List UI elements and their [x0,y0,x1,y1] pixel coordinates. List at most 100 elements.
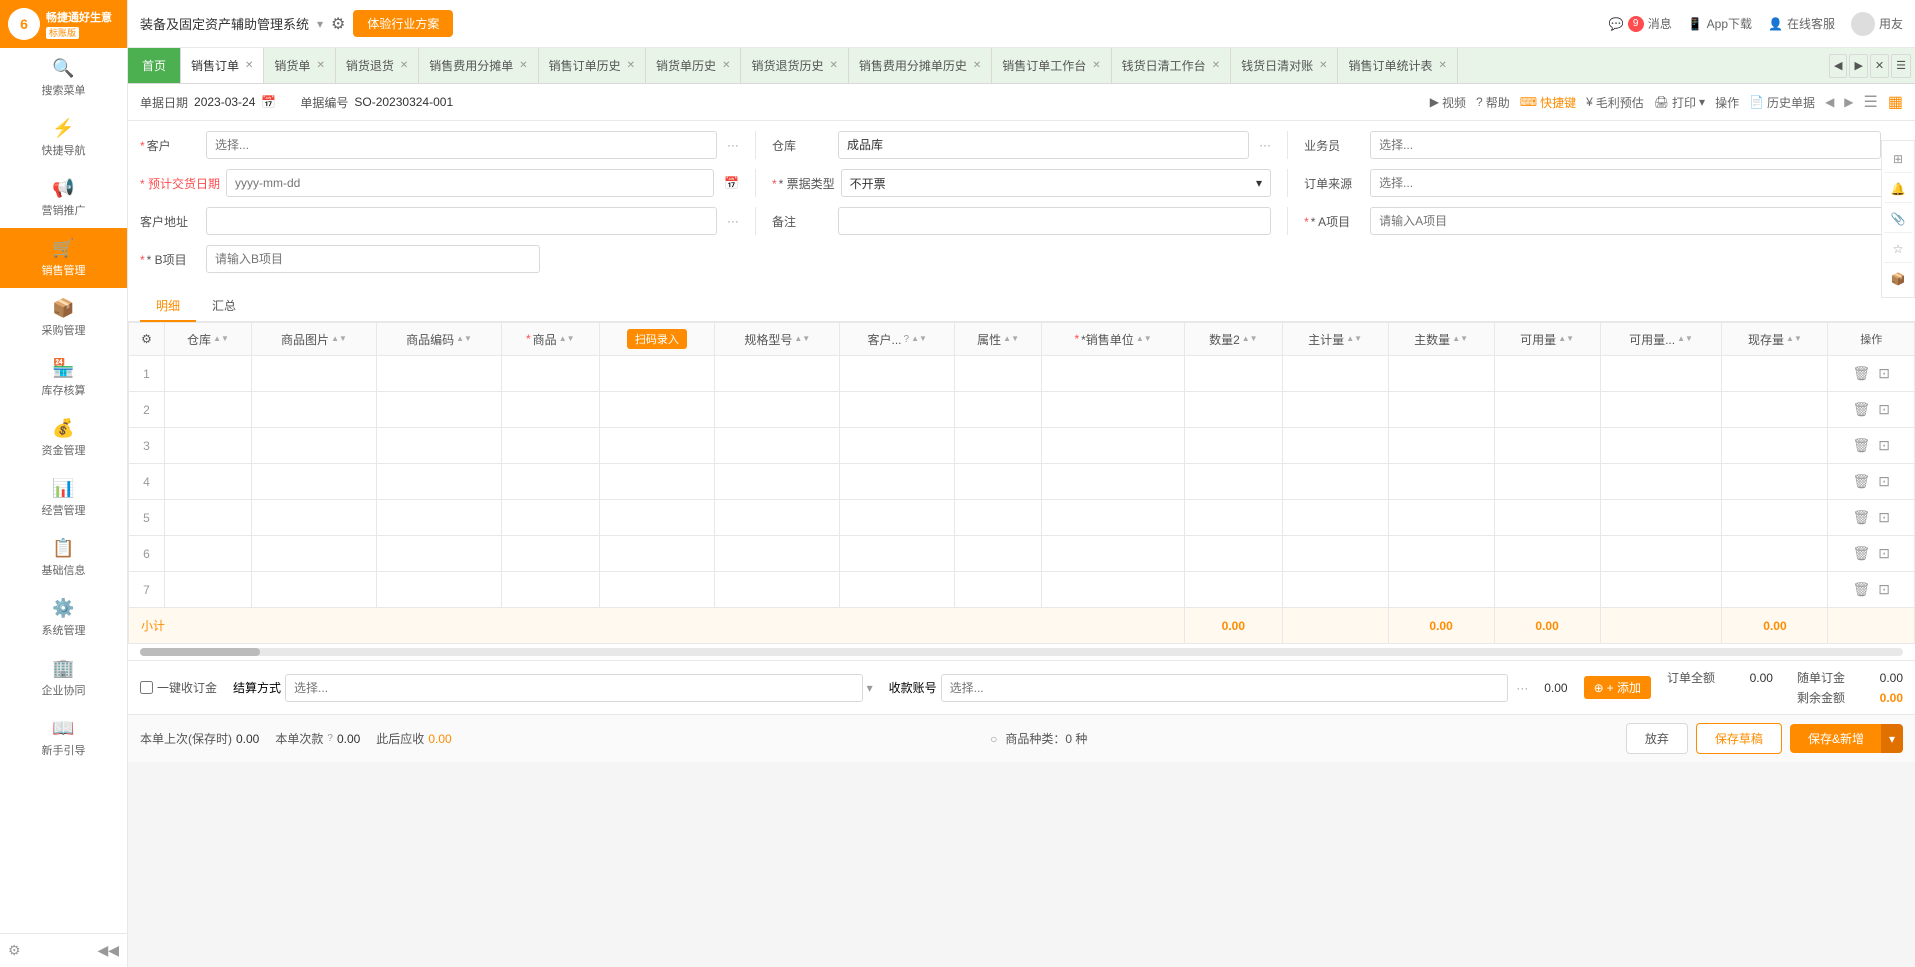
discard-btn[interactable]: 放弃 [1626,723,1688,754]
nav-prev-icon[interactable]: ◀ [1825,95,1834,109]
tab-daily-reconcile[interactable]: 钱货日清对账 ✕ [1231,48,1338,84]
tab-return-history[interactable]: 销货退货历史 ✕ [741,48,848,84]
row-7-delete-btn[interactable]: 🗑 [1850,579,1872,600]
right-panel-icon-3[interactable]: 📎 [1884,205,1912,233]
row-4-delete-btn[interactable]: 🗑 [1850,471,1872,492]
row-7-copy-btn[interactable]: ⊡ [1876,579,1892,600]
account-more-icon[interactable]: ··· [1516,681,1528,695]
solution-btn[interactable]: 体验行业方案 [353,10,453,37]
sidebar-item-marketing[interactable]: 📢 营销推广 [0,168,127,228]
th-product-code[interactable]: 商品编码▲▼ [376,323,501,356]
tab-fee-history-close-icon[interactable]: ✕ [973,60,981,71]
row-4-copy-btn[interactable]: ⊡ [1876,471,1892,492]
tab-daily-reconcile-close-icon[interactable]: ✕ [1319,60,1327,71]
row-2-available[interactable] [1494,392,1600,428]
shortcut-action[interactable]: ⌨ 快捷键 [1520,94,1576,111]
sidebar-collapse-icon[interactable]: ◀◀ [97,942,119,959]
delivery-calendar-icon[interactable]: 📅 [724,176,739,190]
order-source-input[interactable] [1370,169,1891,197]
tab-order-history[interactable]: 销售订单历史 ✕ [539,48,646,84]
th-available[interactable]: 可用量▲▼ [1494,323,1600,356]
one-click-checkbox[interactable] [140,681,153,694]
sidebar-item-search[interactable]: 🔍 搜索菜单 [0,48,127,108]
user-area[interactable]: 用友 [1851,12,1903,36]
history-action[interactable]: 📄 历史单据 [1749,94,1815,111]
address-more-icon[interactable]: ··· [727,214,739,228]
th-qty2[interactable]: 数量2▲▼ [1185,323,1283,356]
row-6-copy-btn[interactable]: ⊡ [1876,543,1892,564]
calendar-icon[interactable]: 📅 [261,95,276,109]
sidebar-item-sales[interactable]: 🛒 销售管理 [0,228,127,288]
row-2-current-qty[interactable] [1722,392,1828,428]
right-panel-icon-1[interactable]: ⊞ [1884,145,1912,173]
sidebar-item-inventory[interactable]: 🏪 库存核算 [0,348,127,408]
tab-sales-order-close-icon[interactable]: ✕ [245,60,253,71]
tab-order-history-close-icon[interactable]: ✕ [627,60,635,71]
th-product-img[interactable]: 商品图片▲▼ [251,323,376,356]
th-available2[interactable]: 可用量...▲▼ [1600,323,1722,356]
row-2-available2[interactable] [1600,392,1722,428]
invoice-select[interactable]: 不开票 ▾ [841,169,1271,197]
detail-tab-detail[interactable]: 明细 [140,291,196,322]
tab-sales-return-close-icon[interactable]: ✕ [400,60,408,71]
row-1-spec[interactable] [715,356,840,392]
tab-home[interactable]: 首页 [128,48,181,84]
right-panel-icon-2[interactable]: 🔔 [1884,175,1912,203]
tab-invoice-history[interactable]: 销货单历史 ✕ [646,48,741,84]
row-1-warehouse[interactable] [165,356,252,392]
add-btn[interactable]: ⊕ + 添加 [1584,676,1651,699]
tab-fee-history[interactable]: 销售费用分摊单历史 ✕ [849,48,992,84]
customer-more-icon[interactable]: ··· [727,138,739,152]
sidebar-item-sys-mgmt[interactable]: ⚙️ 系统管理 [0,588,127,648]
row-1-available2[interactable] [1600,356,1722,392]
address-input[interactable] [206,207,717,235]
row-2-attributes[interactable] [955,392,1042,428]
save-new-btn[interactable]: 保存&新增 [1790,724,1882,753]
sidebar-item-finance[interactable]: 💰 资金管理 [0,408,127,468]
settlement-input[interactable] [285,674,863,702]
tab-sales-order[interactable]: 销售订单 ✕ [181,48,264,84]
print-action[interactable]: 🖨 打印 ▾ [1654,94,1705,111]
view-action[interactable]: ▶ 视频 [1430,94,1466,111]
right-panel-icon-4[interactable]: ☆ [1884,235,1912,263]
row-2-sales-unit[interactable] [1042,392,1185,428]
row-1-main-qty[interactable] [1388,356,1494,392]
row-2-product-code[interactable] [376,392,501,428]
tab-sales-invoice-close-icon[interactable]: ✕ [316,60,324,71]
tab-next-btn[interactable]: ▶ [1849,54,1867,78]
row-1-copy-btn[interactable]: ⊡ [1876,363,1892,384]
th-current-qty[interactable]: 现存量▲▼ [1722,323,1828,356]
row-2-copy-btn[interactable]: ⊡ [1876,399,1892,420]
row-2-main-qty[interactable] [1388,392,1494,428]
sidebar-settings-icon[interactable]: ⚙ [8,942,21,959]
operate-action[interactable]: 操作 [1715,94,1739,111]
customer-input[interactable] [206,131,717,159]
tab-order-workbench[interactable]: 销售订单工作台 ✕ [992,48,1111,84]
account-input[interactable] [941,674,1509,702]
row-5-copy-btn[interactable]: ⊡ [1876,507,1892,528]
scrollbar-thumb[interactable] [140,648,260,656]
tab-return-history-close-icon[interactable]: ✕ [829,60,837,71]
tab-invoice-history-close-icon[interactable]: ✕ [722,60,730,71]
row-2-product[interactable] [502,392,600,428]
th-main-unit[interactable]: 主计量▲▼ [1282,323,1388,356]
th-settings[interactable]: ⚙ [129,323,165,356]
sidebar-item-guide[interactable]: 📖 新手引导 [0,708,127,768]
view-list-icon[interactable]: ☰ [1864,92,1878,112]
a-project-input[interactable] [1370,207,1903,235]
tab-order-workbench-close-icon[interactable]: ✕ [1092,60,1100,71]
sidebar-item-purchase[interactable]: 📦 采购管理 [0,288,127,348]
online-service-area[interactable]: 👤 在线客服 [1768,15,1835,32]
row-2-warehouse[interactable] [165,392,252,428]
tab-daily-clear-close-icon[interactable]: ✕ [1212,60,1220,71]
app-download-area[interactable]: 📱 App下载 [1688,15,1752,32]
sidebar-item-operations[interactable]: 📊 经营管理 [0,468,127,528]
profit-action[interactable]: ¥ 毛利预估 [1586,94,1644,111]
row-1-sales-unit[interactable] [1042,356,1185,392]
nav-next-icon[interactable]: ▶ [1844,95,1853,109]
topbar-dropdown-icon[interactable]: ▾ [317,17,323,31]
row-1-main-unit[interactable] [1282,356,1388,392]
tab-prev-btn[interactable]: ◀ [1829,54,1847,78]
help-action[interactable]: ? 帮助 [1476,94,1510,111]
tab-sales-return[interactable]: 销货退货 ✕ [336,48,419,84]
